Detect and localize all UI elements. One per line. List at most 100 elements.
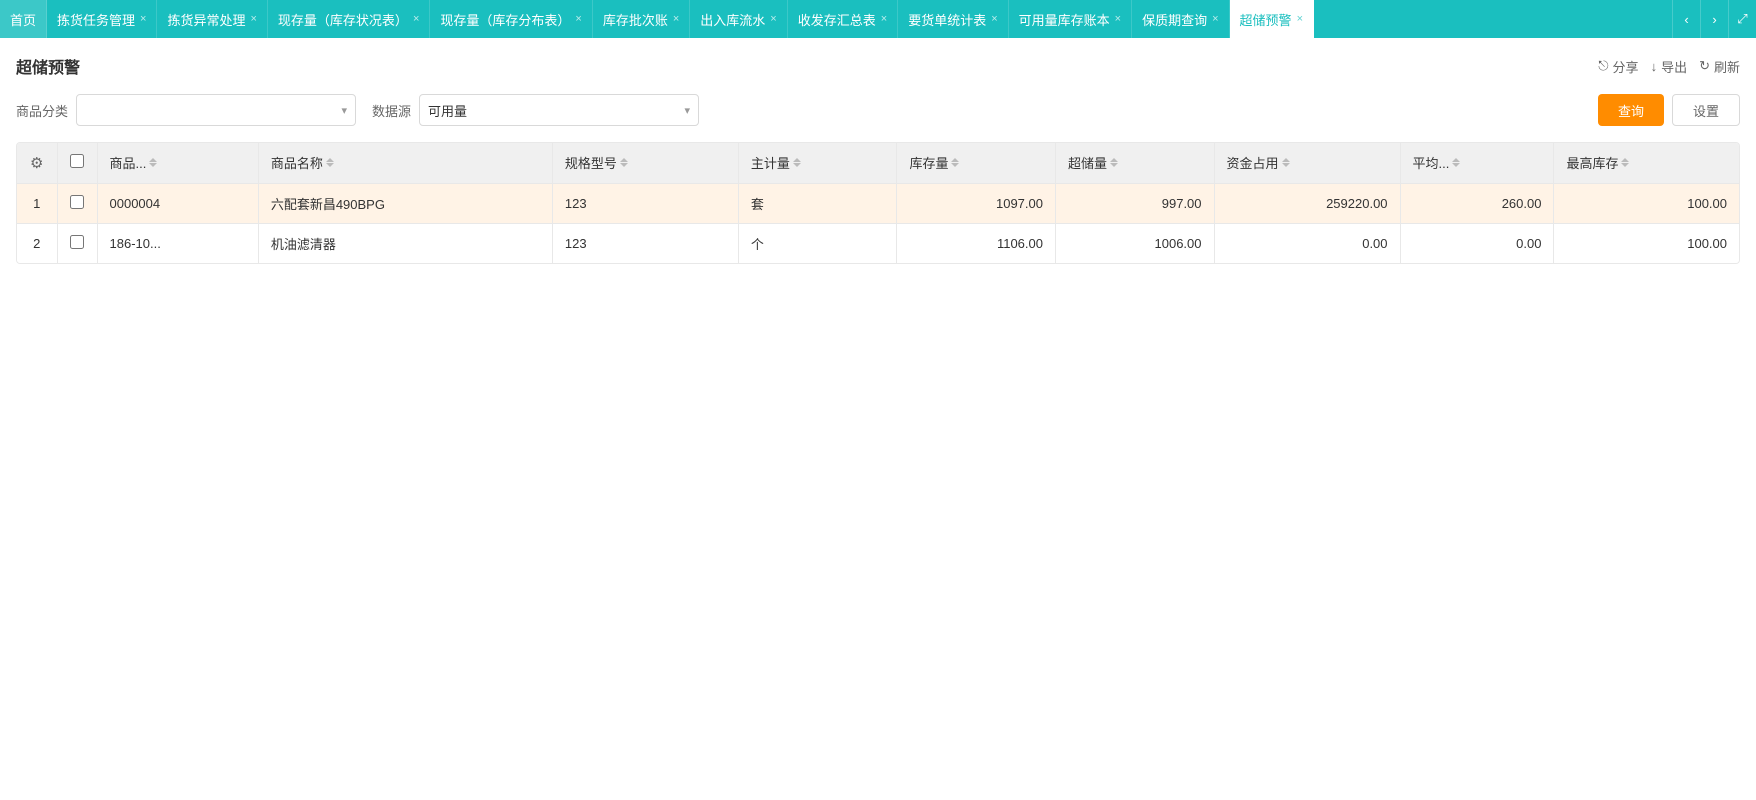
sort-icon — [1621, 158, 1629, 167]
nav-item-label: 首页 — [10, 10, 36, 29]
col-gear: ⚙ — [17, 143, 57, 183]
col-capital-sort[interactable]: 资金占用 — [1227, 153, 1290, 172]
nav-item-task[interactable]: 拣货任务管理 × — [47, 0, 157, 38]
nav-item-label: 拣货任务管理 — [57, 10, 135, 29]
nav-item-label: 可用量库存账本 — [1019, 10, 1110, 29]
share-button[interactable]: ⎋ 分享 — [1598, 57, 1638, 76]
col-max-stock[interactable]: 最高库存 — [1554, 143, 1739, 183]
col-check — [57, 143, 97, 183]
close-icon[interactable]: × — [140, 13, 146, 25]
export-label: 导出 — [1661, 57, 1687, 76]
chevron-down-icon: ▾ — [685, 104, 691, 117]
close-icon[interactable]: × — [1115, 13, 1121, 25]
col-spec[interactable]: 规格型号 — [552, 143, 738, 183]
datasource-select[interactable]: 可用量 ▾ — [419, 94, 699, 126]
nav-item-expiry[interactable]: 保质期查询 × — [1132, 0, 1229, 38]
col-name-label: 商品名称 — [271, 153, 323, 172]
row-capital: 0.00 — [1214, 223, 1400, 263]
col-avg[interactable]: 平均... — [1400, 143, 1554, 183]
sort-icon — [1282, 158, 1290, 167]
col-stock[interactable]: 库存量 — [897, 143, 1056, 183]
sort-icon — [1452, 158, 1460, 167]
close-icon[interactable]: × — [250, 13, 256, 25]
nav-item-label: 收发存汇总表 — [798, 10, 876, 29]
close-icon[interactable]: × — [770, 13, 776, 25]
nav-item-overstock[interactable]: 超储预警 × — [1230, 0, 1314, 38]
page-header: 超储预警 ⎋ 分享 ↓ 导出 ↻ 刷新 — [16, 54, 1740, 78]
row-index: 1 — [17, 183, 57, 223]
nav-item-flow[interactable]: 出入库流水 × — [690, 0, 787, 38]
close-icon[interactable]: × — [1297, 13, 1303, 25]
col-spec-label: 规格型号 — [565, 153, 617, 172]
col-code[interactable]: 商品... — [97, 143, 258, 183]
query-button[interactable]: 查询 — [1598, 94, 1664, 126]
close-icon[interactable]: × — [575, 13, 581, 25]
row-overstock: 997.00 — [1055, 183, 1214, 223]
data-table: ⚙ 商品... 商品名称 — [16, 142, 1740, 264]
col-name[interactable]: 商品名称 — [258, 143, 552, 183]
row-checkbox-cell — [57, 183, 97, 223]
nav-next-button[interactable]: › — [1700, 0, 1728, 38]
col-overstock-sort[interactable]: 超储量 — [1068, 153, 1118, 172]
col-max-stock-sort[interactable]: 最高库存 — [1566, 153, 1629, 172]
table-row: 2 186-10... 机油滤清器 123 个 1106.00 1006.00 … — [17, 223, 1739, 263]
col-code-sort[interactable]: 商品... — [110, 153, 158, 172]
nav-arrows: ‹ › ⤢ — [1672, 0, 1756, 38]
row-checkbox[interactable] — [70, 195, 84, 209]
nav-item-label: 要货单统计表 — [908, 10, 986, 29]
datasource-filter-group: 数据源 可用量 ▾ — [372, 94, 699, 126]
close-icon[interactable]: × — [881, 13, 887, 25]
row-checkbox[interactable] — [70, 235, 84, 249]
share-icon: ⎋ — [1598, 58, 1608, 74]
row-checkbox-cell — [57, 223, 97, 263]
row-stock: 1097.00 — [897, 183, 1056, 223]
col-capital[interactable]: 资金占用 — [1214, 143, 1400, 183]
close-icon[interactable]: × — [1212, 13, 1218, 25]
category-select[interactable]: ▾ — [76, 94, 356, 126]
nav-item-batch[interactable]: 库存批次账 × — [593, 0, 690, 38]
col-avg-label: 平均... — [1413, 153, 1450, 172]
col-stock-sort[interactable]: 库存量 — [909, 153, 959, 172]
sort-icon — [326, 158, 334, 167]
refresh-button[interactable]: ↻ 刷新 — [1699, 57, 1740, 76]
nav-item-label: 现存量（库存状况表） — [278, 10, 408, 29]
row-overstock: 1006.00 — [1055, 223, 1214, 263]
row-max-stock: 100.00 — [1554, 183, 1739, 223]
col-unit-sort[interactable]: 主计量 — [751, 153, 801, 172]
row-spec: 123 — [552, 183, 738, 223]
col-overstock-label: 超储量 — [1068, 153, 1107, 172]
nav-item-stock-dist[interactable]: 现存量（库存分布表） × — [430, 0, 592, 38]
category-filter-group: 商品分类 ▾ — [16, 94, 356, 126]
row-unit: 套 — [738, 183, 897, 223]
export-icon: ↓ — [1651, 59, 1658, 74]
filter-area: 商品分类 ▾ 数据源 可用量 ▾ 查询 设置 — [16, 94, 1740, 126]
col-unit-label: 主计量 — [751, 153, 790, 172]
col-spec-sort[interactable]: 规格型号 — [565, 153, 628, 172]
top-nav: 首页 拣货任务管理 × 拣货异常处理 × 现存量（库存状况表） × 现存量（库存… — [0, 0, 1756, 38]
col-name-sort[interactable]: 商品名称 — [271, 153, 334, 172]
nav-item-available[interactable]: 可用量库存账本 × — [1009, 0, 1132, 38]
nav-item-abnormal[interactable]: 拣货异常处理 × — [157, 0, 267, 38]
nav-item-stock-status[interactable]: 现存量（库存状况表） × — [268, 0, 430, 38]
category-label: 商品分类 — [16, 101, 68, 120]
nav-expand-button[interactable]: ⤢ — [1728, 0, 1756, 38]
select-all-checkbox[interactable] — [70, 154, 84, 168]
close-icon[interactable]: × — [673, 13, 679, 25]
export-button[interactable]: ↓ 导出 — [1651, 57, 1688, 76]
row-stock: 1106.00 — [897, 223, 1056, 263]
row-capital: 259220.00 — [1214, 183, 1400, 223]
settings-button[interactable]: 设置 — [1672, 94, 1740, 126]
refresh-icon: ↻ — [1699, 58, 1710, 74]
row-unit: 个 — [738, 223, 897, 263]
col-avg-sort[interactable]: 平均... — [1413, 153, 1461, 172]
nav-item-home[interactable]: 首页 — [0, 0, 47, 38]
nav-item-demand[interactable]: 要货单统计表 × — [898, 0, 1008, 38]
gear-icon[interactable]: ⚙ — [30, 155, 43, 172]
col-unit[interactable]: 主计量 — [738, 143, 897, 183]
col-overstock[interactable]: 超储量 — [1055, 143, 1214, 183]
close-icon[interactable]: × — [413, 13, 419, 25]
nav-prev-button[interactable]: ‹ — [1672, 0, 1700, 38]
close-icon[interactable]: × — [991, 13, 997, 25]
nav-item-summary[interactable]: 收发存汇总表 × — [788, 0, 898, 38]
nav-item-label: 拣货异常处理 — [167, 10, 245, 29]
